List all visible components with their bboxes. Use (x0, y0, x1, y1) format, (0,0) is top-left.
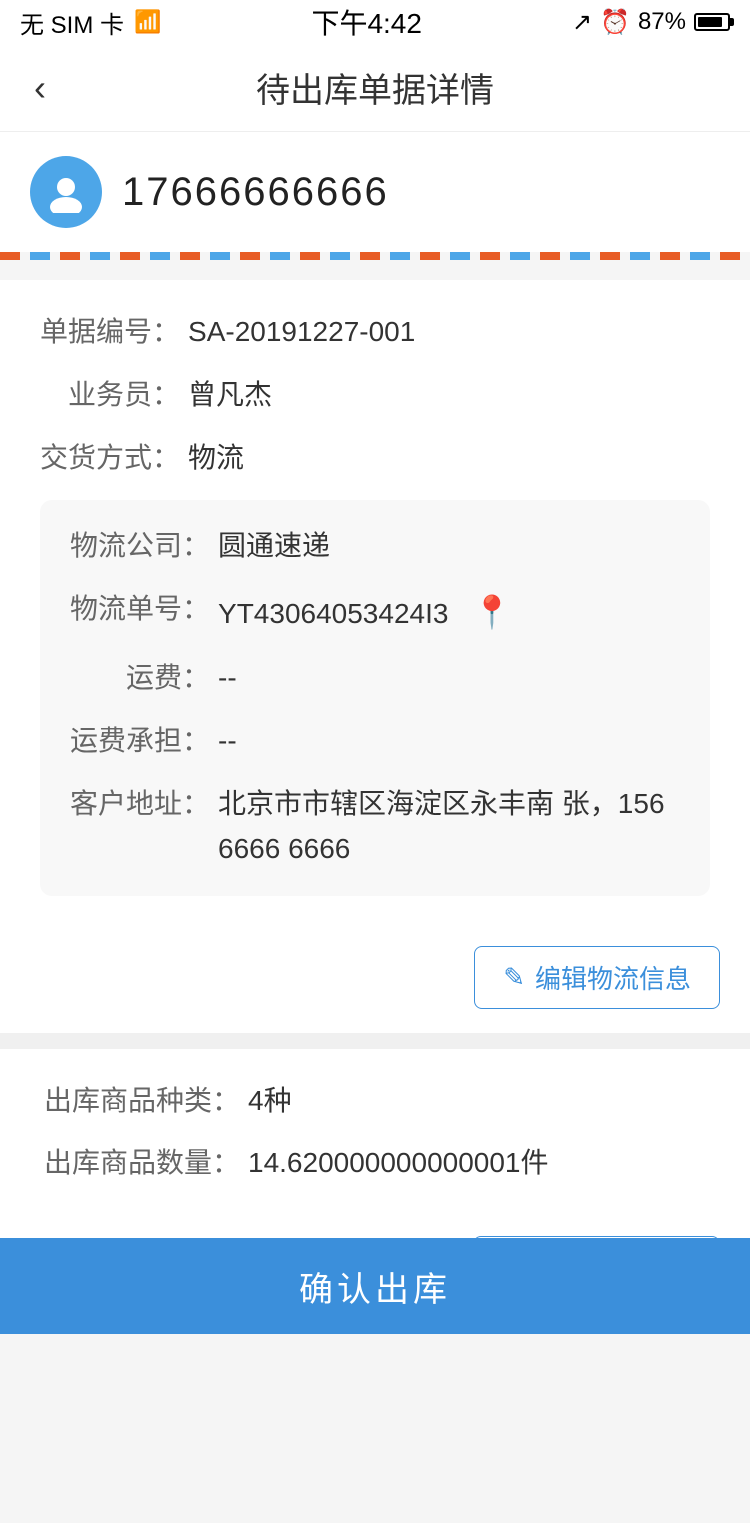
goods-section: 出库商品种类： 4种 出库商品数量： 14.620000000000001件 (0, 1049, 750, 1217)
confirm-button[interactable]: 确认出库 (0, 1238, 750, 1334)
freight-row: 运费： -- (70, 656, 680, 701)
location-arrow-icon: ↗ (572, 8, 592, 37)
logistics-company-row: 物流公司： 圆通速递 (70, 524, 680, 569)
edit-icon: ✎ (503, 962, 525, 993)
battery-icon (694, 13, 730, 31)
salesman-value: 曾凡杰 (188, 373, 710, 418)
logistics-company-label: 物流公司： (70, 524, 210, 569)
page-title: 待出库单据详情 (256, 63, 494, 112)
order-no-value: SA-20191227-001 (188, 310, 710, 355)
wifi-icon: 📶 (134, 9, 161, 35)
back-button[interactable]: ‹ (24, 57, 56, 119)
dashed-divider (0, 252, 750, 260)
delivery-value: 物流 (188, 436, 710, 481)
status-left: 无 SIM 卡 📶 (20, 5, 161, 40)
battery-percent: 87% (638, 8, 686, 36)
order-no-label: 单据编号： (40, 310, 180, 355)
bottom-spacer (0, 1323, 750, 1523)
location-icon[interactable]: 📍 (472, 587, 512, 638)
delivery-label: 交货方式： (40, 436, 180, 481)
freight-bear-label: 运费承担： (70, 719, 210, 764)
carrier-text: 无 SIM 卡 (20, 5, 124, 40)
freight-bear-value: -- (218, 719, 680, 764)
tracking-value: YT43064053424I3 📍 (218, 587, 680, 638)
address-value: 北京市市辖区海淀区永丰南 张，156 6666 6666 (218, 782, 680, 872)
tracking-number: YT43064053424I3 (218, 598, 448, 629)
logistics-box: 物流公司： 圆通速递 物流单号： YT43064053424I3 📍 运费： -… (40, 500, 710, 895)
status-time: 下午4:42 (311, 2, 422, 42)
edit-logistics-button[interactable]: ✎ 编辑物流信息 (474, 946, 720, 1009)
freight-label: 运费： (70, 656, 210, 701)
freight-bear-row: 运费承担： -- (70, 719, 680, 764)
goods-quantity-label: 出库商品数量： (40, 1141, 240, 1186)
gray-divider (0, 1033, 750, 1049)
confirm-btn-label: 确认出库 (299, 1262, 451, 1311)
delivery-row: 交货方式： 物流 (40, 436, 710, 481)
order-no-row: 单据编号： SA-20191227-001 (40, 310, 710, 355)
goods-quantity-row: 出库商品数量： 14.620000000000001件 (40, 1141, 710, 1186)
address-row: 客户地址： 北京市市辖区海淀区永丰南 张，156 6666 6666 (70, 782, 680, 872)
alarm-icon: ⏰ (600, 8, 630, 37)
salesman-label: 业务员： (40, 373, 180, 418)
freight-value: -- (218, 656, 680, 701)
avatar (30, 156, 102, 228)
salesman-row: 业务员： 曾凡杰 (40, 373, 710, 418)
logistics-company-value: 圆通速递 (218, 524, 680, 569)
edit-btn-label: 编辑物流信息 (535, 959, 691, 996)
goods-quantity-value: 14.620000000000001件 (248, 1141, 710, 1186)
user-header: 17666666666 (0, 132, 750, 252)
status-right: ↗ ⏰ 87% (572, 8, 730, 37)
user-phone: 17666666666 (122, 170, 389, 215)
status-bar: 无 SIM 卡 📶 下午4:42 ↗ ⏰ 87% (0, 0, 750, 44)
goods-types-label: 出库商品种类： (40, 1079, 240, 1124)
nav-bar: ‹ 待出库单据详情 (0, 44, 750, 132)
basic-info-section: 单据编号： SA-20191227-001 业务员： 曾凡杰 交货方式： 物流 … (0, 280, 750, 926)
goods-types-value: 4种 (248, 1079, 710, 1124)
goods-types-row: 出库商品种类： 4种 (40, 1079, 710, 1124)
tracking-row: 物流单号： YT43064053424I3 📍 (70, 587, 680, 638)
address-label: 客户地址： (70, 782, 210, 827)
tracking-label: 物流单号： (70, 587, 210, 632)
edit-btn-row: ✎ 编辑物流信息 (0, 926, 750, 1033)
